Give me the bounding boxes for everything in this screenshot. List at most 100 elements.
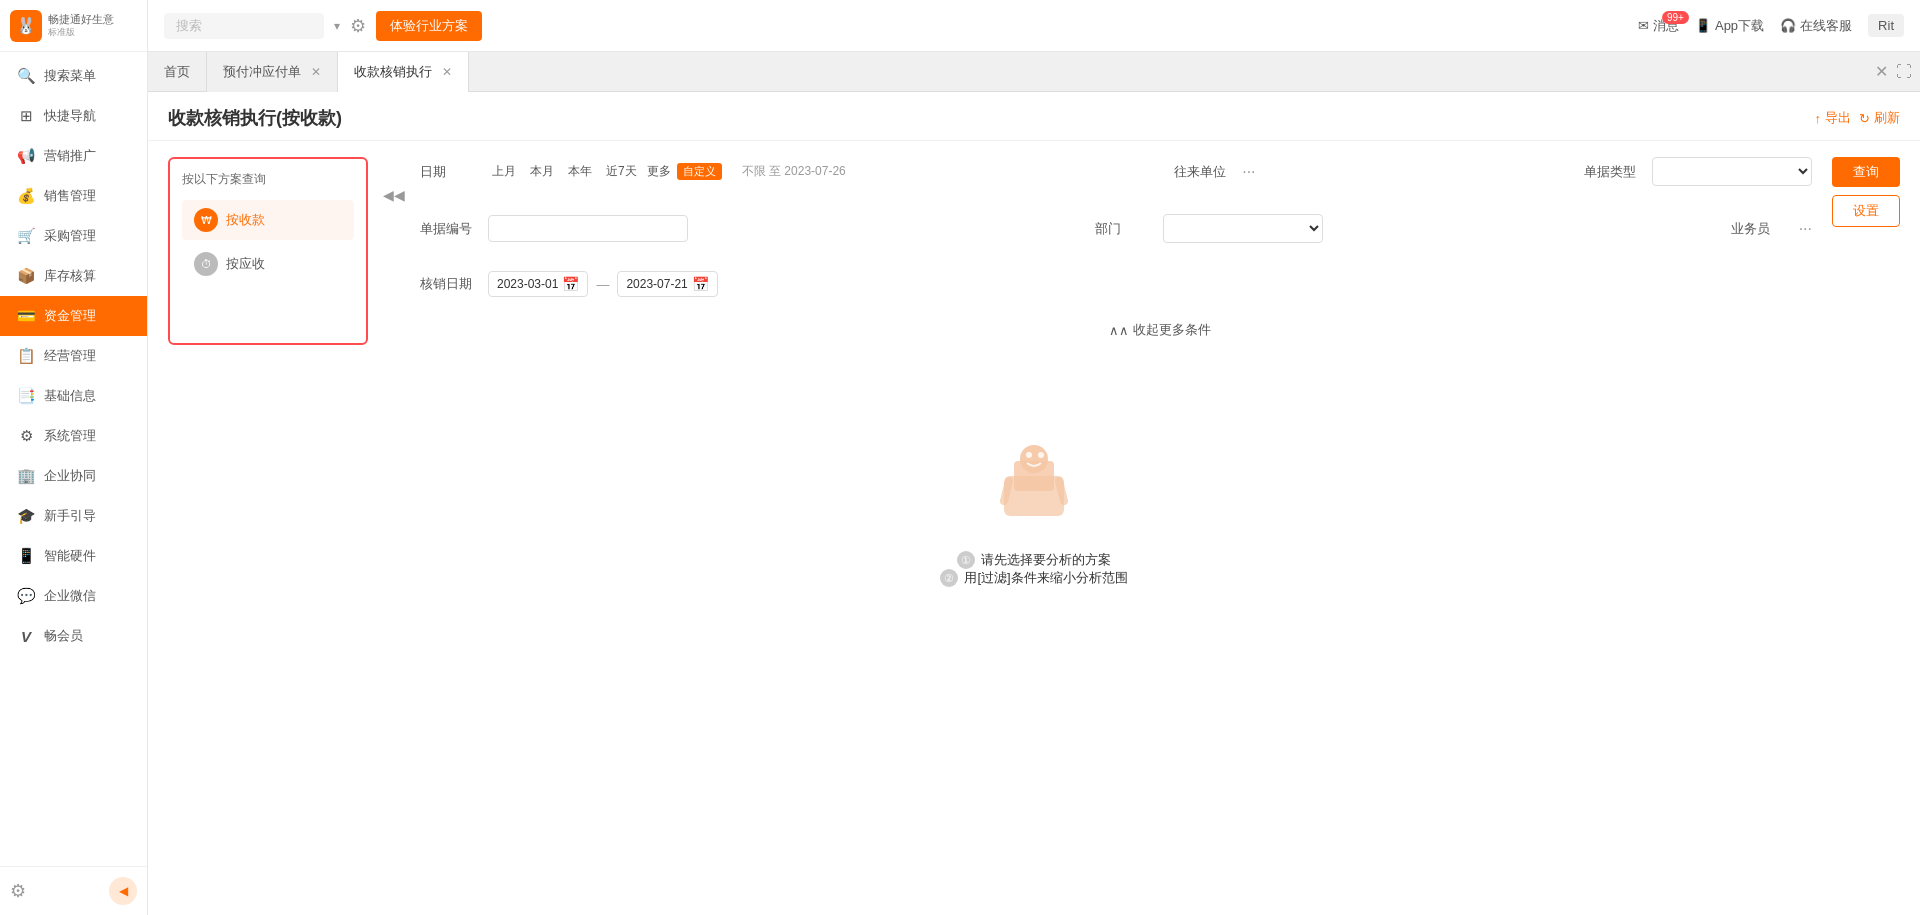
header-dropdown-icon[interactable]: ▾ (334, 19, 340, 33)
search-placeholder-text: 搜索 (176, 17, 202, 35)
message-button[interactable]: ✉ 消息 99+ (1638, 17, 1679, 35)
write-off-start-input[interactable]: 2023-03-01 📅 (488, 271, 588, 297)
query-button[interactable]: 查询 (1832, 157, 1900, 187)
dept-field: 部门 (1095, 214, 1323, 243)
date-no-limit: 不限 至 2023-07-26 (742, 163, 846, 180)
export-button[interactable]: ↑ 导出 (1815, 109, 1852, 127)
app-download-button[interactable]: 📱 App下载 (1695, 17, 1764, 35)
dept-select[interactable] (1163, 214, 1323, 243)
date-last-month[interactable]: 上月 (488, 161, 520, 182)
sidebar-item-enterprise[interactable]: 🏢 企业协同 (0, 456, 147, 496)
page-title: 收款核销执行(按收款) (168, 106, 342, 130)
sidebar-item-purchase[interactable]: 🛒 采购管理 (0, 216, 147, 256)
sidebar-item-guide[interactable]: 🎓 新手引导 (0, 496, 147, 536)
sidebar-item-search[interactable]: 🔍 搜索菜单 (0, 56, 147, 96)
content-header: 收款核销执行(按收款) ↑ 导出 ↻ 刷新 (148, 92, 1920, 141)
logo-badge: 标准版 (48, 26, 114, 39)
date-custom-badge[interactable]: 自定义 (677, 163, 722, 180)
date-more[interactable]: 更多 (647, 163, 671, 180)
date-this-month[interactable]: 本月 (526, 161, 558, 182)
sidebar-label-quick-nav: 快捷导航 (44, 107, 96, 125)
svg-point-4 (1038, 452, 1044, 458)
sidebar-item-finance[interactable]: 💳 资金管理 (0, 296, 147, 336)
app-label: App下载 (1715, 17, 1764, 35)
sidebar-item-marketing[interactable]: 📢 营销推广 (0, 136, 147, 176)
svg-point-3 (1026, 452, 1032, 458)
date-shortcuts-group: 上月 本月 本年 近7天 更多 自定义 (488, 161, 722, 182)
service-button[interactable]: 🎧 在线客服 (1780, 17, 1852, 35)
sidebar-item-operation[interactable]: 📋 经营管理 (0, 336, 147, 376)
date-this-year[interactable]: 本年 (564, 161, 596, 182)
sidebar-collapse-button[interactable]: ◀ (109, 877, 137, 905)
sidebar-item-system[interactable]: ⚙ 系统管理 (0, 416, 147, 456)
sidebar-item-sales[interactable]: 💰 销售管理 (0, 176, 147, 216)
tab-prepay[interactable]: 预付冲应付单 ✕ (207, 52, 338, 92)
date-7days[interactable]: 近7天 (602, 161, 641, 182)
step-2-num: ② (940, 569, 958, 587)
sidebar-item-quick-nav[interactable]: ⊞ 快捷导航 (0, 96, 147, 136)
unit-dots[interactable]: ··· (1242, 163, 1255, 181)
marketing-icon: 📢 (16, 146, 36, 166)
filter-scheme-panel: 按以下方案查询 ₩ 按收款 ⏱ 按应收 (168, 157, 368, 345)
sidebar-label-operation: 经营管理 (44, 347, 96, 365)
sidebar-label-marketing: 营销推广 (44, 147, 96, 165)
write-off-end-calendar-icon[interactable]: 📅 (692, 276, 709, 292)
sidebar-label-search: 搜索菜单 (44, 67, 96, 85)
sidebar-item-inventory[interactable]: 📦 库存核算 (0, 256, 147, 296)
export-label: 导出 (1825, 109, 1851, 127)
filter-option-by-receivable[interactable]: ⏱ 按应收 (182, 244, 354, 284)
tab-close-all-icon[interactable]: ✕ (1875, 62, 1888, 81)
logo-text: 畅捷通好生意 (48, 12, 114, 26)
filter-option-by-collection[interactable]: ₩ 按收款 (182, 200, 354, 240)
sidebar-label-inventory: 库存核算 (44, 267, 96, 285)
tab-collection[interactable]: 收款核销执行 ✕ (338, 52, 469, 92)
staff-dots[interactable]: ··· (1799, 220, 1812, 238)
collapse-more-btn[interactable]: ∧∧ 收起更多条件 (420, 315, 1900, 345)
empty-illustration (979, 421, 1089, 531)
sidebar-label-guide: 新手引导 (44, 507, 96, 525)
filter-row-1: 日期 上月 本月 本年 近7天 更多 自定义 (420, 157, 1812, 186)
filter-row-3: 核销日期 2023-03-01 📅 — 2023-07-21 📅 (420, 271, 1812, 297)
filter-action-buttons: 查询 设置 (1832, 157, 1900, 227)
tab-expand-icon[interactable]: ⛶ (1896, 63, 1912, 81)
doc-no-field: 单据编号 (420, 215, 688, 242)
user-info[interactable]: Rit (1868, 14, 1904, 37)
refresh-button[interactable]: ↻ 刷新 (1859, 109, 1900, 127)
doc-type-select[interactable] (1652, 157, 1812, 186)
tab-home[interactable]: 首页 (148, 52, 207, 92)
filter-panel: 按以下方案查询 ₩ 按收款 ⏱ 按应收 ◀◀ (148, 141, 1920, 361)
header-gear-icon[interactable]: ⚙ (350, 15, 366, 37)
system-icon: ⚙ (16, 426, 36, 446)
operation-icon: 📋 (16, 346, 36, 366)
solution-button[interactable]: 体验行业方案 (376, 11, 482, 41)
sidebar-label-basic: 基础信息 (44, 387, 96, 405)
unit-field: 往来单位 ··· (1174, 163, 1255, 181)
tab-home-label: 首页 (164, 63, 190, 81)
empty-step-2: ② 用[过滤]条件来缩小分析范围 (940, 569, 1127, 587)
write-off-end-input[interactable]: 2023-07-21 📅 (617, 271, 717, 297)
logo-icon: 🐰 (10, 10, 42, 42)
header-right: ✉ 消息 99+ 📱 App下载 🎧 在线客服 Rit (1638, 14, 1904, 37)
tab-collection-close[interactable]: ✕ (442, 65, 452, 79)
sidebar-footer: ⚙ ◀ (0, 866, 147, 915)
tab-prepay-close[interactable]: ✕ (311, 65, 321, 79)
scheme-panel-title: 按以下方案查询 (182, 171, 354, 188)
sidebar-item-basic[interactable]: 📑 基础信息 (0, 376, 147, 416)
guide-icon: 🎓 (16, 506, 36, 526)
filter-panel-collapse-btn[interactable]: ◀◀ (384, 165, 404, 225)
sidebar-item-hardware[interactable]: 📱 智能硬件 (0, 536, 147, 576)
doc-no-input[interactable] (488, 215, 688, 242)
header-search-bar[interactable]: 搜索 (164, 13, 324, 39)
sidebar-label-wechat: 企业微信 (44, 587, 96, 605)
sidebar-item-wechat[interactable]: 💬 企业微信 (0, 576, 147, 616)
write-off-start-value: 2023-03-01 (497, 277, 558, 291)
unit-label: 往来单位 (1174, 163, 1234, 181)
step-1-num: ① (957, 551, 975, 569)
date-label: 日期 (420, 163, 480, 181)
sidebar-item-vip[interactable]: V 畅会员 (0, 616, 147, 656)
settings-icon[interactable]: ⚙ (10, 880, 26, 902)
filter-settings-button[interactable]: 设置 (1832, 195, 1900, 227)
write-off-start-calendar-icon[interactable]: 📅 (562, 276, 579, 292)
search-icon: 🔍 (16, 66, 36, 86)
sidebar-label-finance: 资金管理 (44, 307, 96, 325)
